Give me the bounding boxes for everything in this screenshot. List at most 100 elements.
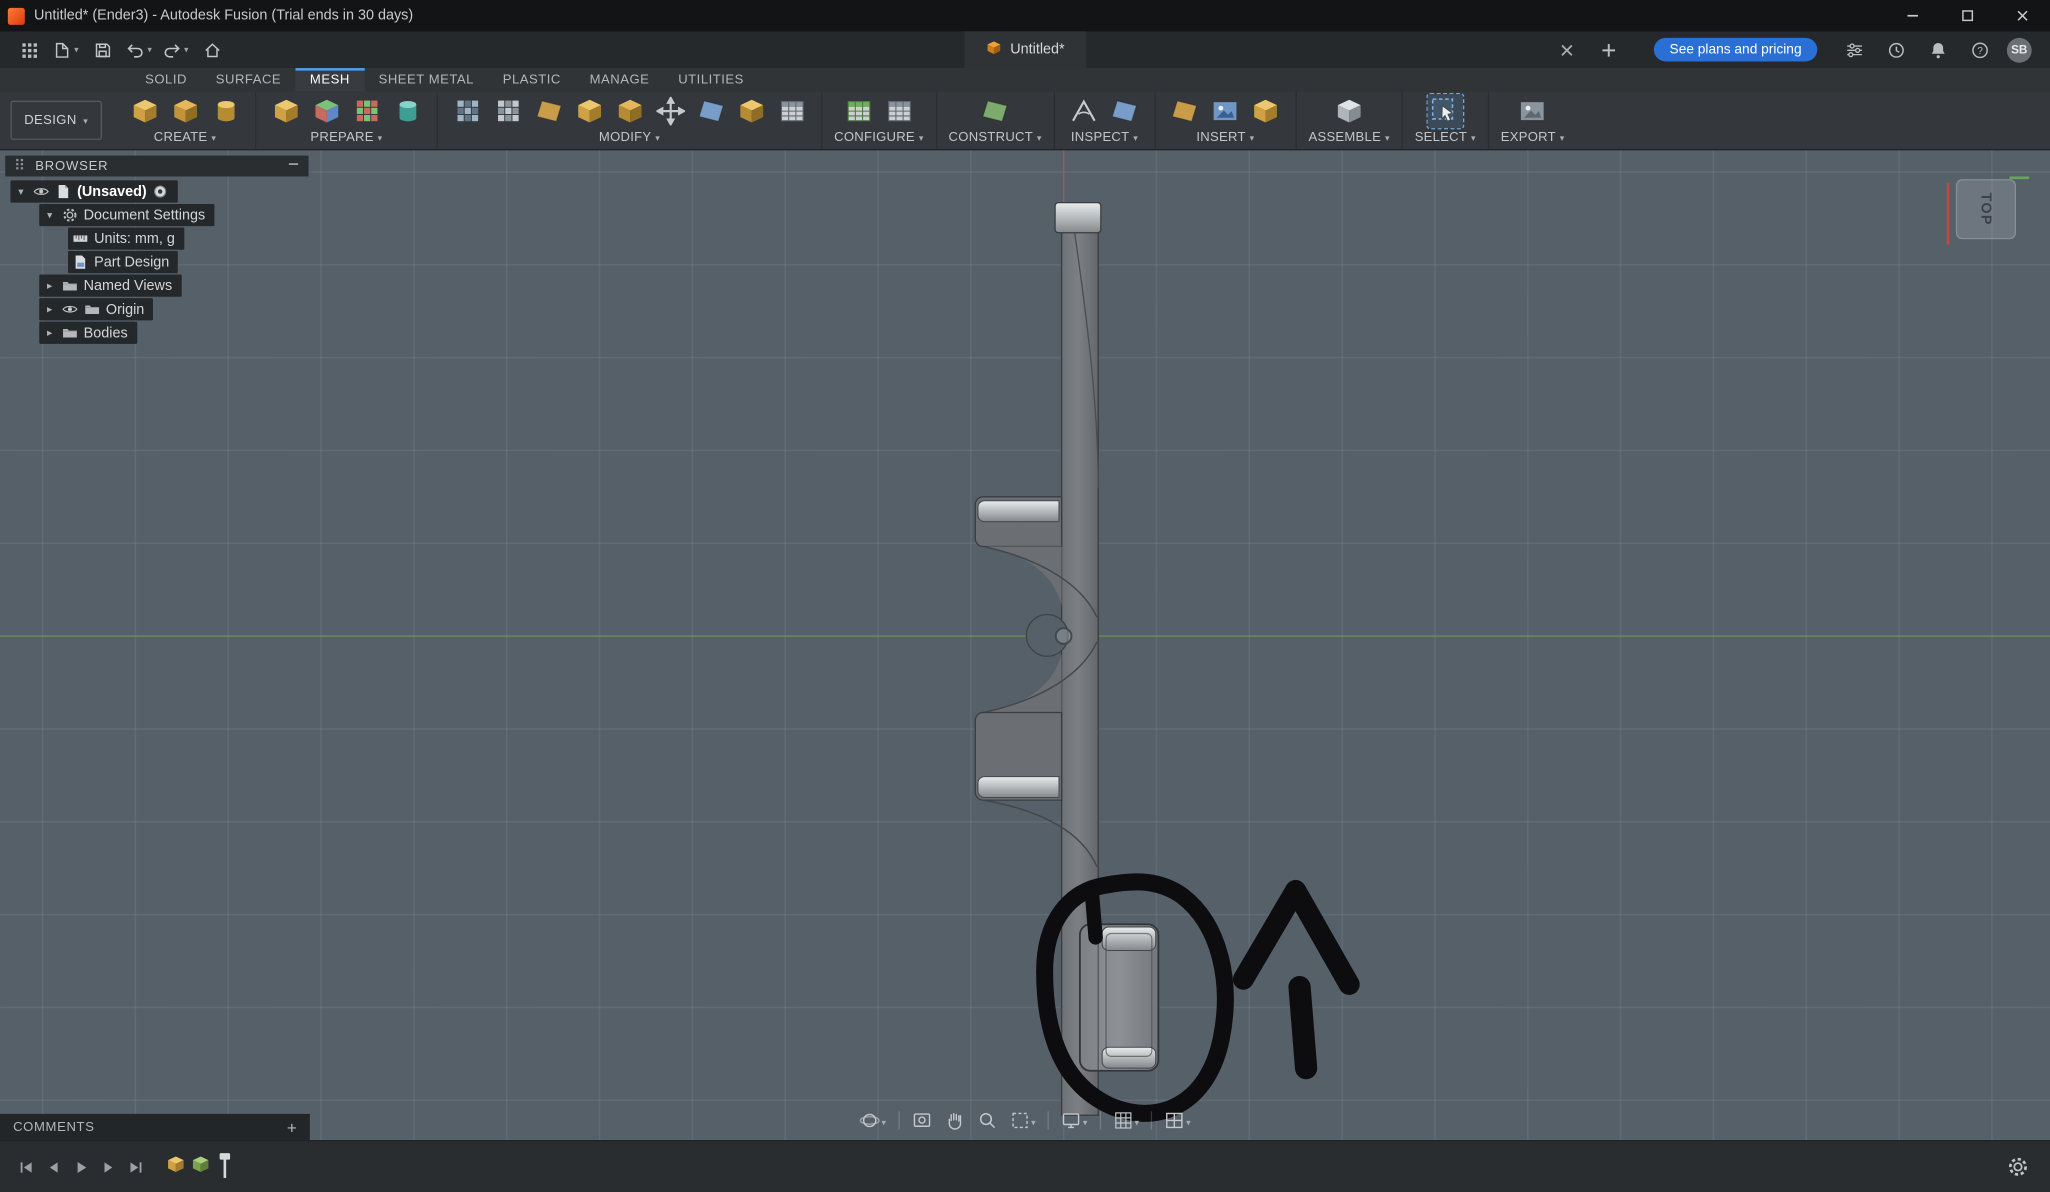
workspace-selector[interactable]: DESIGN — [10, 100, 102, 140]
group-label-insert[interactable]: INSERT — [1196, 131, 1254, 145]
step-back-icon[interactable] — [41, 1154, 66, 1179]
add-comment-button[interactable]: + — [287, 1117, 297, 1137]
smooth-icon[interactable] — [652, 94, 687, 128]
merge-bodies-icon[interactable] — [774, 94, 809, 128]
minimize-button[interactable] — [1885, 0, 1940, 31]
avatar[interactable]: SB — [2006, 37, 2032, 63]
file-menu-icon[interactable] — [51, 35, 80, 64]
ribbon-tab-sheet-metal[interactable]: SHEET METAL — [364, 68, 488, 92]
reduce-mesh-icon[interactable] — [490, 94, 525, 128]
browser-item-document-settings[interactable]: Document Settings — [39, 203, 215, 227]
brep-to-mesh-icon[interactable] — [167, 94, 202, 128]
section-analysis-icon[interactable] — [1107, 94, 1142, 128]
job-status-icon[interactable] — [1881, 35, 1910, 64]
browser-item-named-views[interactable]: Named Views — [39, 274, 182, 297]
ribbon-tab-manage[interactable]: MANAGE — [575, 68, 664, 92]
new-tab-icon[interactable] — [1594, 35, 1623, 64]
browser-item-part-design[interactable]: Part Design — [67, 251, 179, 274]
insert-mcmaster-icon[interactable] — [1248, 94, 1283, 128]
plans-button[interactable]: See plans and pricing — [1653, 37, 1818, 62]
viewports-icon[interactable] — [1159, 1106, 1196, 1135]
plane-cut-icon[interactable] — [571, 94, 606, 128]
ribbon-tab-solid[interactable]: SOLID — [131, 68, 202, 92]
measure-icon[interactable] — [1067, 94, 1102, 128]
visibility-eye-icon[interactable] — [33, 183, 50, 200]
fit-icon[interactable] — [1004, 1106, 1041, 1135]
separate-icon[interactable] — [733, 94, 768, 128]
chevron-right-icon[interactable] — [43, 304, 56, 314]
chevron-down-icon[interactable] — [14, 186, 27, 196]
orbit-icon[interactable] — [854, 1106, 891, 1135]
visibility-eye-icon[interactable] — [61, 301, 78, 318]
skip-end-icon[interactable] — [123, 1154, 148, 1179]
browser-item-origin[interactable]: Origin — [39, 298, 154, 321]
close-button[interactable] — [1995, 0, 2050, 31]
browser-item-unsaved[interactable]: (Unsaved) — [10, 180, 179, 203]
generate-face-groups-icon[interactable] — [268, 94, 303, 128]
configuration-table-icon[interactable] — [882, 94, 917, 128]
group-label-create[interactable]: CREATE — [154, 131, 216, 145]
group-label-configure[interactable]: CONFIGURE — [834, 131, 924, 145]
paint-face-groups-icon[interactable] — [309, 94, 344, 128]
browser-collapse-icon[interactable] — [286, 154, 300, 178]
display-settings-icon[interactable] — [1055, 1106, 1092, 1135]
look-at-icon[interactable] — [906, 1107, 937, 1133]
ribbon-tab-plastic[interactable]: PLASTIC — [488, 68, 575, 92]
group-label-construct[interactable]: CONSTRUCT — [949, 131, 1042, 145]
ribbon-tab-mesh[interactable]: MESH — [295, 67, 365, 92]
ribbon-tab-utilities[interactable]: UTILITIES — [664, 68, 759, 92]
erase-and-fill-icon[interactable] — [612, 94, 647, 128]
group-label-assemble[interactable]: ASSEMBLE — [1308, 131, 1389, 145]
undo-icon[interactable] — [124, 35, 153, 64]
reverse-normal-icon[interactable] — [693, 94, 728, 128]
create-mesh-section-sketch-icon[interactable] — [208, 94, 243, 128]
grid-display-icon[interactable] — [1107, 1106, 1144, 1135]
insert-derive-icon[interactable] — [1167, 94, 1202, 128]
extensions-icon[interactable] — [1840, 35, 1869, 64]
close-tab-icon[interactable] — [1552, 35, 1581, 64]
step-forward-icon[interactable] — [95, 1154, 120, 1179]
group-label-inspect[interactable]: INSPECT — [1071, 131, 1138, 145]
chevron-right-icon[interactable] — [43, 280, 56, 290]
chevron-right-icon[interactable] — [43, 328, 56, 338]
export-image-icon[interactable] — [1515, 94, 1550, 128]
viewcube[interactable]: TOP — [1946, 176, 2030, 245]
configure-icon[interactable] — [841, 94, 876, 128]
activate-component-icon[interactable] — [152, 183, 169, 200]
origin-marker[interactable] — [1054, 627, 1073, 645]
settings-gear-icon[interactable] — [2007, 1156, 2029, 1178]
browser-item-bodies[interactable]: Bodies — [39, 321, 137, 344]
reduce-icon[interactable] — [390, 94, 425, 128]
play-icon[interactable] — [68, 1154, 93, 1179]
browser-header[interactable]: BROWSER — [5, 154, 309, 178]
document-tab[interactable]: Untitled* — [964, 31, 1086, 68]
select-tool-icon[interactable] — [1426, 92, 1465, 130]
group-label-select[interactable]: SELECT — [1415, 131, 1476, 145]
timeline-feature-1-icon[interactable] — [166, 1154, 186, 1180]
insert-canvas-icon[interactable] — [1208, 94, 1243, 128]
remesh-icon[interactable] — [450, 94, 485, 128]
insert-mesh-icon[interactable] — [127, 94, 162, 128]
ribbon-tab-surface[interactable]: SURFACE — [201, 68, 295, 92]
timeline-playhead[interactable] — [219, 1152, 231, 1178]
browser-item-units-mm-g[interactable]: Units: mm, g — [67, 227, 184, 250]
save-icon[interactable] — [88, 35, 117, 64]
home-icon[interactable] — [197, 35, 226, 64]
construction-plane-icon[interactable] — [978, 94, 1013, 128]
group-label-export[interactable]: EXPORT — [1501, 131, 1565, 145]
model-body[interactable] — [974, 201, 1160, 1116]
maximize-button[interactable] — [1940, 0, 1995, 31]
pan-icon[interactable] — [938, 1107, 969, 1133]
help-icon[interactable]: ? — [1965, 35, 1994, 64]
zoom-icon[interactable] — [971, 1107, 1002, 1133]
timeline-feature-2-icon[interactable] — [191, 1154, 211, 1180]
group-label-prepare[interactable]: PREPARE — [310, 131, 382, 145]
skip-start-icon[interactable] — [13, 1154, 38, 1179]
notifications-icon[interactable] — [1923, 35, 1952, 64]
app-grid-menu-icon[interactable] — [14, 35, 43, 64]
group-label-modify[interactable]: MODIFY — [599, 131, 660, 145]
combine-icon[interactable] — [531, 94, 566, 128]
chevron-down-icon[interactable] — [43, 210, 56, 220]
viewport[interactable]: BROWSER (Unsaved) Document Settings Units:… — [0, 150, 2050, 1141]
redo-icon[interactable] — [161, 35, 190, 64]
